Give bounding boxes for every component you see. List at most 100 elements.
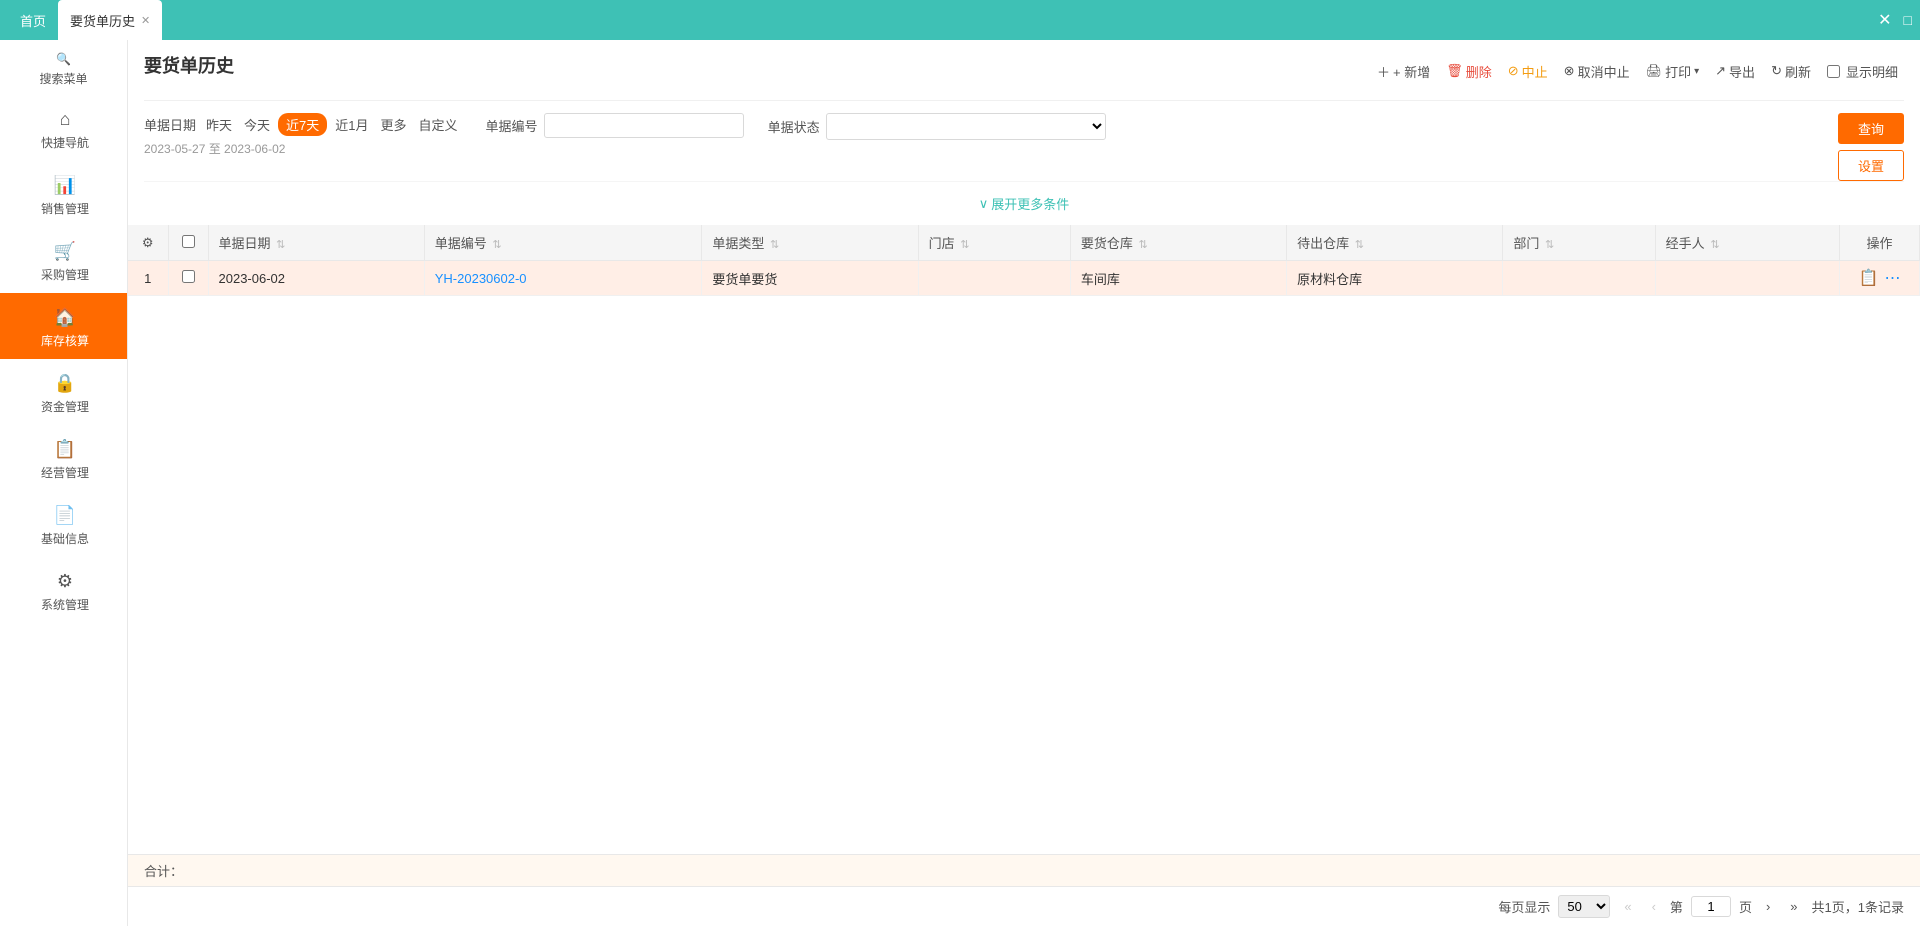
filter-section: 单据日期 昨天 今天 近7天 近1月 更多 自定义 2023-05-27 至 2… — [128, 101, 1920, 225]
top-section: 要货单历史 ＋ + 新增 🗑 删除 ⊘ 中止 — [128, 40, 1920, 225]
cell-order-no: YH-20230602-0 — [424, 261, 702, 296]
shortcut-more[interactable]: 更多 — [377, 113, 411, 136]
sidebar-item-quick-nav[interactable]: ⌂ 快捷导航 — [0, 95, 127, 161]
page-label-2: 页 — [1739, 897, 1752, 916]
sort-dept-icon: ⇅ — [1545, 239, 1554, 251]
window-close-icon[interactable]: ✕ — [1878, 10, 1891, 30]
edit-icon[interactable]: 📋 — [1859, 268, 1879, 288]
delete-label: 删除 — [1466, 62, 1492, 81]
col-req-warehouse-label: 要货仓库 — [1081, 236, 1133, 251]
export-icon: ↗ — [1715, 63, 1726, 79]
col-req-warehouse[interactable]: 要货仓库 ⇅ — [1070, 225, 1286, 261]
clipboard-icon: 📋 — [54, 439, 76, 460]
last-page-btn[interactable]: » — [1784, 897, 1803, 916]
table-header-row: ⚙ 单据日期 ⇅ 单据编号 ⇅ 单据类型 — [128, 225, 1920, 261]
window-maximize-icon[interactable]: □ — [1904, 12, 1912, 28]
status-select[interactable] — [826, 113, 1106, 140]
col-dept[interactable]: 部门 ⇅ — [1503, 225, 1655, 261]
sidebar-item-purchase[interactable]: 🛒 采购管理 — [0, 227, 127, 293]
sort-date-icon: ⇅ — [276, 239, 285, 251]
row-checkbox[interactable] — [182, 270, 195, 283]
display-cell-checkbox[interactable] — [1827, 65, 1840, 78]
col-dept-label: 部门 — [1513, 236, 1539, 251]
cart-icon: 🛒 — [54, 241, 76, 262]
sort-order-type-icon: ⇅ — [770, 239, 779, 251]
cell-date: 2023-06-02 — [208, 261, 424, 296]
shortcut-7days[interactable]: 近7天 — [278, 113, 327, 136]
top-bar: 首页 要货单历史 ✕ ✕ □ — [0, 0, 1920, 40]
expand-filter-btn[interactable]: ∨ 展开更多条件 — [979, 194, 1070, 213]
new-label: + 新增 — [1393, 62, 1430, 81]
sidebar-item-basic-info[interactable]: 📄 基础信息 — [0, 491, 127, 557]
first-page-btn[interactable]: « — [1618, 897, 1637, 916]
op-icons: 📋 ⋯ — [1850, 268, 1909, 288]
select-all-checkbox[interactable] — [182, 235, 195, 248]
shortcut-custom[interactable]: 自定义 — [415, 113, 462, 136]
col-order-no[interactable]: 单据编号 ⇅ — [424, 225, 702, 261]
col-date[interactable]: 单据日期 ⇅ — [208, 225, 424, 261]
col-order-type[interactable]: 单据类型 ⇅ — [702, 225, 918, 261]
cancel-stop-label: 取消中止 — [1578, 62, 1630, 81]
print-button[interactable]: 🖨 打印 ▾ — [1640, 58, 1706, 85]
sort-pending-warehouse-icon: ⇅ — [1355, 239, 1364, 251]
next-page-btn[interactable]: › — [1760, 897, 1776, 916]
more-ops-icon[interactable]: ⋯ — [1884, 268, 1900, 288]
order-no-input[interactable] — [544, 113, 744, 138]
page-input[interactable] — [1691, 896, 1731, 917]
settings-button[interactable]: 设置 — [1838, 150, 1904, 181]
sidebar-item-operations-label: 经营管理 — [41, 464, 89, 481]
sidebar-item-operations[interactable]: 📋 经营管理 — [0, 425, 127, 491]
shortcut-yesterday[interactable]: 昨天 — [202, 113, 236, 136]
stop-label: 中止 — [1522, 62, 1548, 81]
display-cell-button[interactable]: 显示明细 — [1821, 58, 1904, 85]
cell-num: 1 — [128, 261, 168, 296]
cancel-stop-button[interactable]: ⊗ 取消中止 — [1558, 58, 1636, 85]
refresh-icon: ↻ — [1771, 63, 1782, 79]
sidebar-item-sales[interactable]: 📊 销售管理 — [0, 161, 127, 227]
display-cell-label: 显示明细 — [1846, 62, 1898, 81]
sidebar-item-system[interactable]: ⚙ 系统管理 — [0, 557, 127, 623]
col-pending-warehouse[interactable]: 待出仓库 ⇅ — [1287, 225, 1503, 261]
sidebar-item-basic-info-label: 基础信息 — [41, 530, 89, 547]
per-page-select[interactable]: 50 100 — [1558, 895, 1610, 918]
sidebar-item-finance[interactable]: 🔒 资金管理 — [0, 359, 127, 425]
sidebar-item-purchase-label: 采购管理 — [41, 266, 89, 283]
stop-icon: ⊘ — [1508, 63, 1519, 79]
sidebar-search-label: 搜索菜单 — [39, 70, 87, 87]
cell-pending-warehouse: 原材料仓库 — [1287, 261, 1503, 296]
print-dropdown-icon: ▾ — [1694, 66, 1699, 77]
date-shortcuts: 昨天 今天 近7天 近1月 更多 自定义 — [202, 113, 462, 136]
sort-handler-icon: ⇅ — [1710, 239, 1719, 251]
order-no-link[interactable]: YH-20230602-0 — [435, 271, 527, 286]
main-layout: 🔍 搜索菜单 ⌂ 快捷导航 📊 销售管理 🛒 采购管理 🏠 库存核算 🔒 资金管… — [0, 40, 1920, 926]
total-info: 共1页，1条记录 — [1812, 897, 1904, 916]
tab-close-icon[interactable]: ✕ — [141, 14, 150, 27]
delete-button[interactable]: 🗑 删除 — [1440, 58, 1498, 85]
col-store[interactable]: 门店 ⇅ — [918, 225, 1070, 261]
sidebar-item-inventory[interactable]: 🏠 库存核算 — [0, 293, 127, 359]
stop-button[interactable]: ⊘ 中止 — [1502, 58, 1554, 85]
export-label: 导出 — [1729, 62, 1755, 81]
col-settings[interactable]: ⚙ — [128, 225, 168, 261]
refresh-button[interactable]: ↻ 刷新 — [1765, 58, 1817, 85]
expand-filter-label: 展开更多条件 — [991, 194, 1069, 213]
per-page-label: 每页显示 — [1498, 897, 1550, 916]
export-button[interactable]: ↗ 导出 — [1709, 58, 1761, 85]
toolbar-actions: ＋ + 新增 🗑 删除 ⊘ 中止 ⊗ 取消中止 — [1371, 58, 1904, 85]
top-section-inner: 要货单历史 ＋ + 新增 🗑 删除 ⊘ 中止 — [128, 40, 1920, 101]
shortcut-today[interactable]: 今天 — [240, 113, 274, 136]
cell-dept — [1503, 261, 1655, 296]
new-button[interactable]: ＋ + 新增 — [1371, 58, 1436, 85]
shortcut-1month[interactable]: 近1月 — [331, 113, 372, 136]
page-title: 要货单历史 — [144, 52, 234, 90]
tab-order-history[interactable]: 要货单历史 ✕ — [58, 0, 162, 40]
col-checkbox — [168, 225, 208, 261]
col-handler[interactable]: 经手人 ⇅ — [1655, 225, 1839, 261]
query-button[interactable]: 查询 — [1838, 113, 1904, 144]
add-icon: ＋ — [1377, 62, 1390, 81]
prev-page-btn[interactable]: ‹ — [1646, 897, 1662, 916]
table-wrap: ⚙ 单据日期 ⇅ 单据编号 ⇅ 单据类型 — [128, 225, 1920, 854]
sidebar-search[interactable]: 🔍 搜索菜单 — [0, 40, 127, 95]
tab-home[interactable]: 首页 — [8, 0, 58, 40]
sidebar-item-sales-label: 销售管理 — [41, 200, 89, 217]
